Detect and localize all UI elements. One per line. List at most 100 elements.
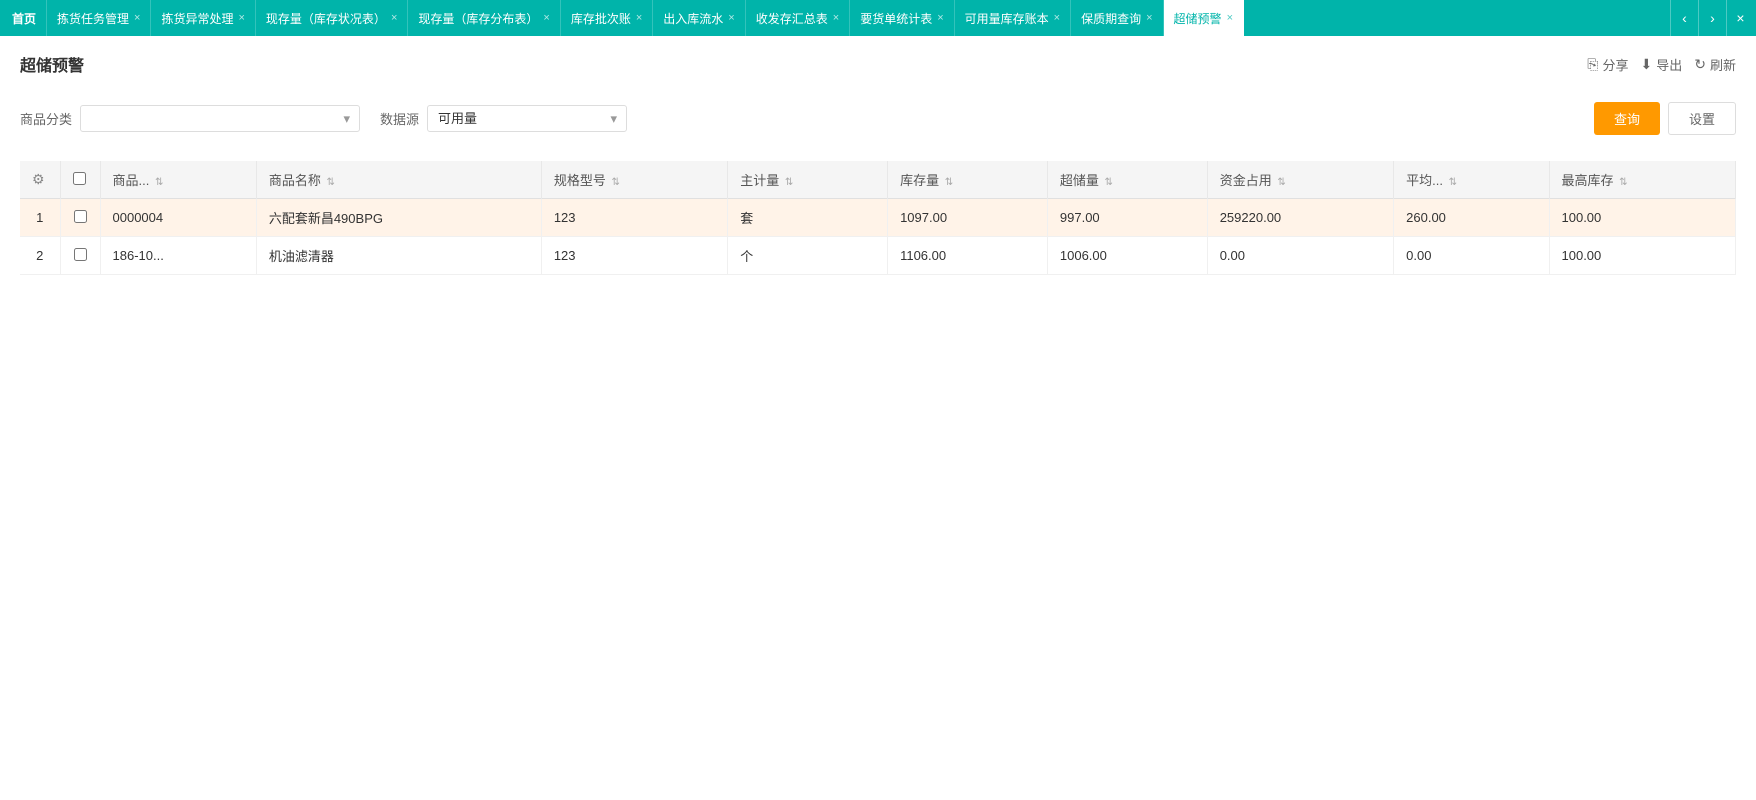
th-name[interactable]: 商品名称 ⇅	[256, 161, 541, 199]
row-checkbox[interactable]	[74, 248, 87, 261]
select-all-checkbox[interactable]	[73, 172, 86, 185]
nav-tab-8[interactable]: 可用量库存账本×	[955, 0, 1071, 36]
td-checkbox[interactable]	[60, 199, 100, 237]
sort-icon-avg: ⇅	[1449, 177, 1457, 188]
export-button[interactable]: ⬇ 导出	[1641, 55, 1683, 74]
td-unit: 套	[728, 199, 888, 237]
gear-icon[interactable]: ⚙	[32, 171, 45, 187]
td-avg: 0.00	[1394, 237, 1549, 275]
share-icon: ⎘	[1587, 56, 1598, 73]
category-filter: 商品分类	[20, 105, 360, 132]
th-spec[interactable]: 规格型号 ⇅	[541, 161, 727, 199]
nav-tab-label: 现存量（库存分布表）	[418, 10, 538, 27]
td-maxstock: 100.00	[1549, 237, 1736, 275]
page-header: 超储预警 ⎘ 分享 ⬇ 导出 ↻ 刷新	[20, 52, 1736, 76]
nav-tab-2[interactable]: 现存量（库存状况表）×	[256, 0, 408, 36]
td-stock: 1106.00	[888, 237, 1048, 275]
sort-icon-stock: ⇅	[945, 177, 953, 188]
th-overstock[interactable]: 超储量 ⇅	[1047, 161, 1207, 199]
nav-tab-close[interactable]: ×	[238, 12, 244, 24]
nav-tab-label: 收发存汇总表	[756, 10, 828, 27]
sort-icon-overstock: ⇅	[1105, 177, 1113, 188]
td-settings: 2	[20, 237, 60, 275]
nav-tab-close[interactable]: ×	[937, 12, 943, 24]
nav-tab-3[interactable]: 现存量（库存分布表） ×	[408, 0, 560, 36]
data-table: ⚙ 商品... ⇅ 商品名称 ⇅ 规格型号 ⇅ 主计量	[20, 161, 1736, 275]
td-maxstock: 100.00	[1549, 199, 1736, 237]
row-checkbox[interactable]	[74, 210, 87, 223]
datasource-filter: 数据源 可用量	[380, 105, 627, 132]
refresh-button[interactable]: ↻ 刷新	[1694, 55, 1736, 74]
th-gear[interactable]: ⚙	[20, 161, 60, 199]
td-unit: 个	[728, 237, 888, 275]
sort-icon-maxstock: ⇅	[1619, 177, 1627, 188]
category-select[interactable]	[80, 105, 360, 132]
nav-tab-close[interactable]: ×	[1227, 12, 1233, 24]
nav-next-button[interactable]: ›	[1698, 0, 1726, 36]
nav-tab-10[interactable]: 超储预警 ×	[1164, 0, 1244, 36]
td-settings: 1	[20, 199, 60, 237]
nav-tab-7[interactable]: 要货单统计表 ×	[850, 0, 954, 36]
th-code[interactable]: 商品... ⇅	[100, 161, 256, 199]
nav-tab-home[interactable]: 首页	[2, 0, 47, 36]
header-actions: ⎘ 分享 ⬇ 导出 ↻ 刷新	[1587, 55, 1736, 74]
th-unit[interactable]: 主计量 ⇅	[728, 161, 888, 199]
filter-area: 商品分类 数据源 可用量 查询 设置	[20, 92, 1736, 145]
nav-tab-close[interactable]: ×	[728, 12, 734, 24]
query-button[interactable]: 查询	[1594, 102, 1660, 135]
nav-tab-label: 库存批次账	[571, 10, 631, 27]
th-stock[interactable]: 库存量 ⇅	[888, 161, 1048, 199]
nav-tab-close[interactable]: ×	[391, 12, 397, 24]
td-stock: 1097.00	[888, 199, 1048, 237]
nav-tab-4[interactable]: 库存批次账 ×	[561, 0, 653, 36]
settings-button[interactable]: 设置	[1668, 102, 1736, 135]
nav-tab-1[interactable]: 拣货异常处理 ×	[151, 0, 255, 36]
th-maxstock[interactable]: 最高库存 ⇅	[1549, 161, 1736, 199]
sort-icon-unit: ⇅	[785, 177, 793, 188]
td-overstock: 997.00	[1047, 199, 1207, 237]
nav-tab-5[interactable]: 出入库流水×	[653, 0, 745, 36]
td-code: 186-10...	[100, 237, 256, 275]
nav-tab-9[interactable]: 保质期查询×	[1071, 0, 1163, 36]
table-row: 2 186-10... 机油滤清器 123 个 1106.00 1006.00 …	[20, 237, 1736, 275]
th-avg[interactable]: 平均... ⇅	[1394, 161, 1549, 199]
main-content: 超储预警 ⎘ 分享 ⬇ 导出 ↻ 刷新 商品分类	[0, 36, 1756, 800]
share-button[interactable]: ⎘ 分享	[1587, 55, 1628, 74]
td-avg: 260.00	[1394, 199, 1549, 237]
filter-buttons: 查询 设置	[1594, 102, 1736, 135]
nav-arrows: ‹ › ×	[1670, 0, 1754, 36]
nav-tab-close[interactable]: ×	[1146, 12, 1152, 24]
top-nav: 首页 拣货任务管理×拣货异常处理×现存量（库存状况表）×现存量（库存分布表）×库…	[0, 0, 1756, 36]
sort-icon-capital: ⇅	[1277, 177, 1285, 188]
table-body: 1 0000004 六配套新昌490BPG 123 套 1097.00 997.…	[20, 199, 1736, 275]
nav-tab-close[interactable]: ×	[833, 12, 839, 24]
td-capital: 259220.00	[1207, 199, 1393, 237]
nav-tab-0[interactable]: 拣货任务管理×	[47, 0, 151, 36]
nav-tab-label: 要货单统计表	[860, 10, 932, 27]
th-checkbox[interactable]	[60, 161, 100, 199]
table-row: 1 0000004 六配套新昌490BPG 123 套 1097.00 997.…	[20, 199, 1736, 237]
sort-icon-code: ⇅	[155, 177, 163, 188]
category-label: 商品分类	[20, 109, 72, 128]
nav-tab-label: 超储预警	[1174, 10, 1222, 27]
nav-tab-close[interactable]: ×	[636, 12, 642, 24]
td-name: 机油滤清器	[256, 237, 541, 275]
nav-close-button[interactable]: ×	[1726, 0, 1754, 36]
category-select-wrapper	[80, 105, 360, 132]
sort-icon-spec: ⇅	[611, 177, 619, 188]
td-checkbox[interactable]	[60, 237, 100, 275]
table-header: ⚙ 商品... ⇅ 商品名称 ⇅ 规格型号 ⇅ 主计量	[20, 161, 1736, 199]
datasource-select[interactable]: 可用量	[427, 105, 627, 132]
td-spec: 123	[541, 199, 727, 237]
td-name: 六配套新昌490BPG	[256, 199, 541, 237]
nav-tab-close[interactable]: ×	[134, 12, 140, 24]
nav-tab-close[interactable]: ×	[543, 12, 549, 24]
th-capital[interactable]: 资金占用 ⇅	[1207, 161, 1393, 199]
refresh-icon: ↻	[1694, 56, 1706, 73]
nav-tab-close[interactable]: ×	[1054, 12, 1060, 24]
nav-tab-6[interactable]: 收发存汇总表 ×	[746, 0, 850, 36]
nav-prev-button[interactable]: ‹	[1670, 0, 1698, 36]
page-title: 超储预警	[20, 52, 84, 76]
nav-tab-label: 拣货异常处理	[161, 10, 233, 27]
export-icon: ⬇	[1641, 56, 1653, 73]
